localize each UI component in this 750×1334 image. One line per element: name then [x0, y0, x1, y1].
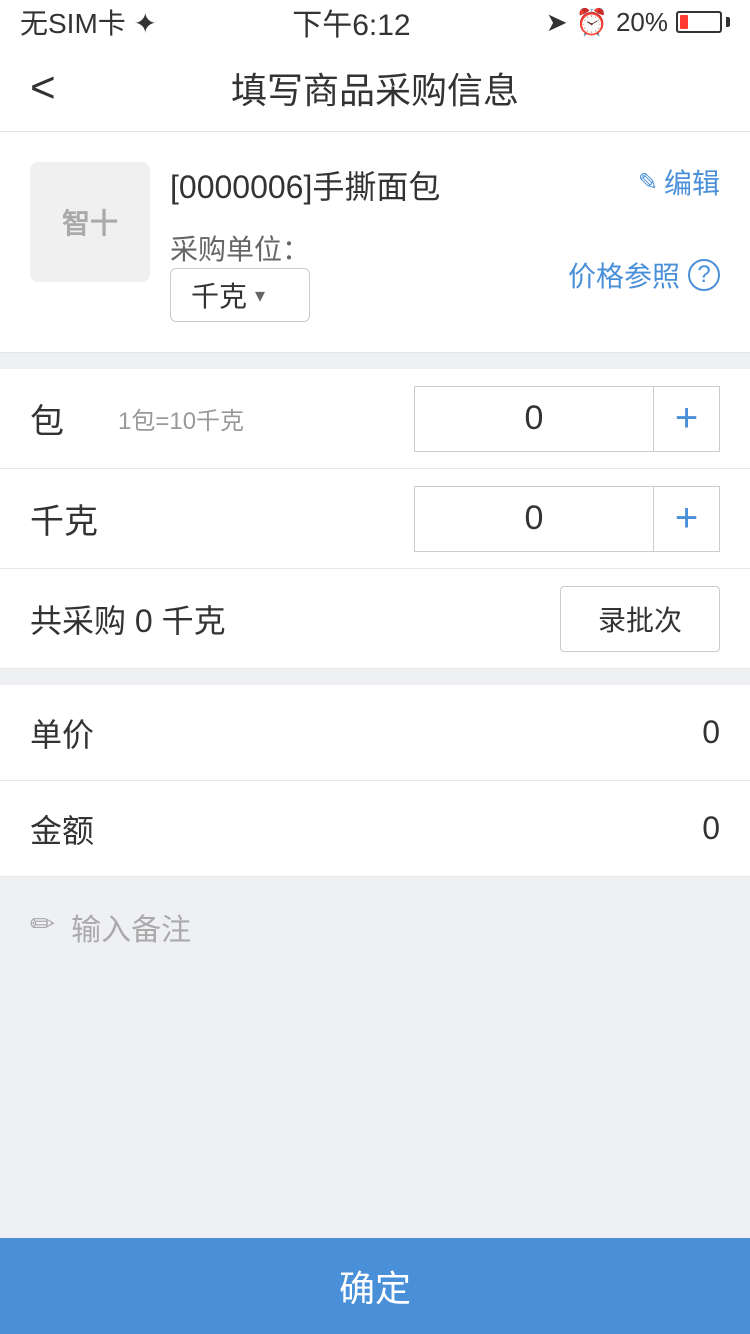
battery-icon [676, 11, 730, 33]
back-button[interactable]: < [30, 63, 56, 113]
product-image: 智十 [30, 162, 150, 282]
unit-select[interactable]: 千克 ▾ [170, 268, 310, 322]
amount-row: 金额 0 [0, 781, 750, 877]
bao-label: 包 [30, 394, 110, 443]
unit-price-value: 0 [702, 714, 720, 751]
unit-price-row: 单价 0 [0, 685, 750, 781]
edit-button[interactable]: ✎ 编辑 [638, 162, 720, 202]
product-name: [0000006]手撕面包 [170, 162, 440, 208]
product-header: [0000006]手撕面包 ✎ 编辑 [170, 162, 720, 208]
status-left: 无SIM卡 ✦ [20, 2, 157, 42]
summary-row: 共采购 0 千克 录批次 [0, 569, 750, 669]
status-bar: 无SIM卡 ✦ 下午6:12 ➤ ⏰ 20% [0, 0, 750, 44]
unit-label-text: 采购单位： [170, 234, 310, 265]
kg-input-field[interactable]: 0 [414, 486, 654, 552]
price-ref-question-icon: ? [688, 259, 720, 291]
nav-bar: < 填写商品采购信息 [0, 44, 750, 132]
price-section: 单价 0 金额 0 [0, 685, 750, 877]
location-icon: ➤ [546, 7, 568, 38]
page-title: 填写商品采购信息 [231, 62, 519, 114]
pencil-icon: ✏ [30, 907, 55, 942]
chevron-down-icon: ▾ [255, 283, 265, 308]
product-info: [0000006]手撕面包 ✎ 编辑 采购单位： 千克 ▾ 价格参照 ? [170, 162, 720, 322]
kg-input-row: 千克 0 + [0, 469, 750, 569]
section-divider-1 [0, 353, 750, 369]
content-area [0, 977, 750, 1277]
status-time: 下午6:12 [292, 0, 410, 44]
bao-sub-label: 1包=10千克 [118, 401, 244, 436]
price-ref-button[interactable]: 价格参照 ? [568, 255, 720, 295]
batch-button[interactable]: 录批次 [560, 586, 720, 652]
product-logo: 智十 [62, 202, 118, 242]
status-right: ➤ ⏰ 20% [546, 7, 730, 38]
amount-label: 金额 [30, 806, 94, 852]
input-section: 包 1包=10千克 0 + 千克 0 + 共采购 0 千克 录批次 [0, 369, 750, 669]
amount-value: 0 [702, 810, 720, 847]
bao-input-row: 包 1包=10千克 0 + [0, 369, 750, 469]
edit-icon: ✎ [638, 168, 658, 197]
sim-status: 无SIM卡 ✦ [20, 2, 157, 42]
battery-percent: 20% [616, 7, 668, 38]
confirm-button[interactable]: 确定 [0, 1238, 750, 1334]
kg-plus-button[interactable]: + [654, 486, 720, 552]
summary-text: 共采购 0 千克 [30, 596, 226, 642]
unit-price-label: 单价 [30, 710, 94, 756]
remark-section[interactable]: ✏ 输入备注 [0, 877, 750, 977]
remark-input[interactable]: 输入备注 [71, 905, 191, 949]
product-card: 智十 [0000006]手撕面包 ✎ 编辑 采购单位： 千克 ▾ 价格参照 ? [0, 132, 750, 353]
kg-label: 千克 [30, 494, 110, 543]
unit-label-row: 采购单位： 千克 ▾ [170, 228, 310, 322]
alarm-icon: ⏰ [576, 7, 608, 38]
product-unit-row: 采购单位： 千克 ▾ 价格参照 ? [170, 228, 720, 322]
bao-plus-button[interactable]: + [654, 386, 720, 452]
bao-input-field[interactable]: 0 [414, 386, 654, 452]
section-divider-2 [0, 669, 750, 685]
